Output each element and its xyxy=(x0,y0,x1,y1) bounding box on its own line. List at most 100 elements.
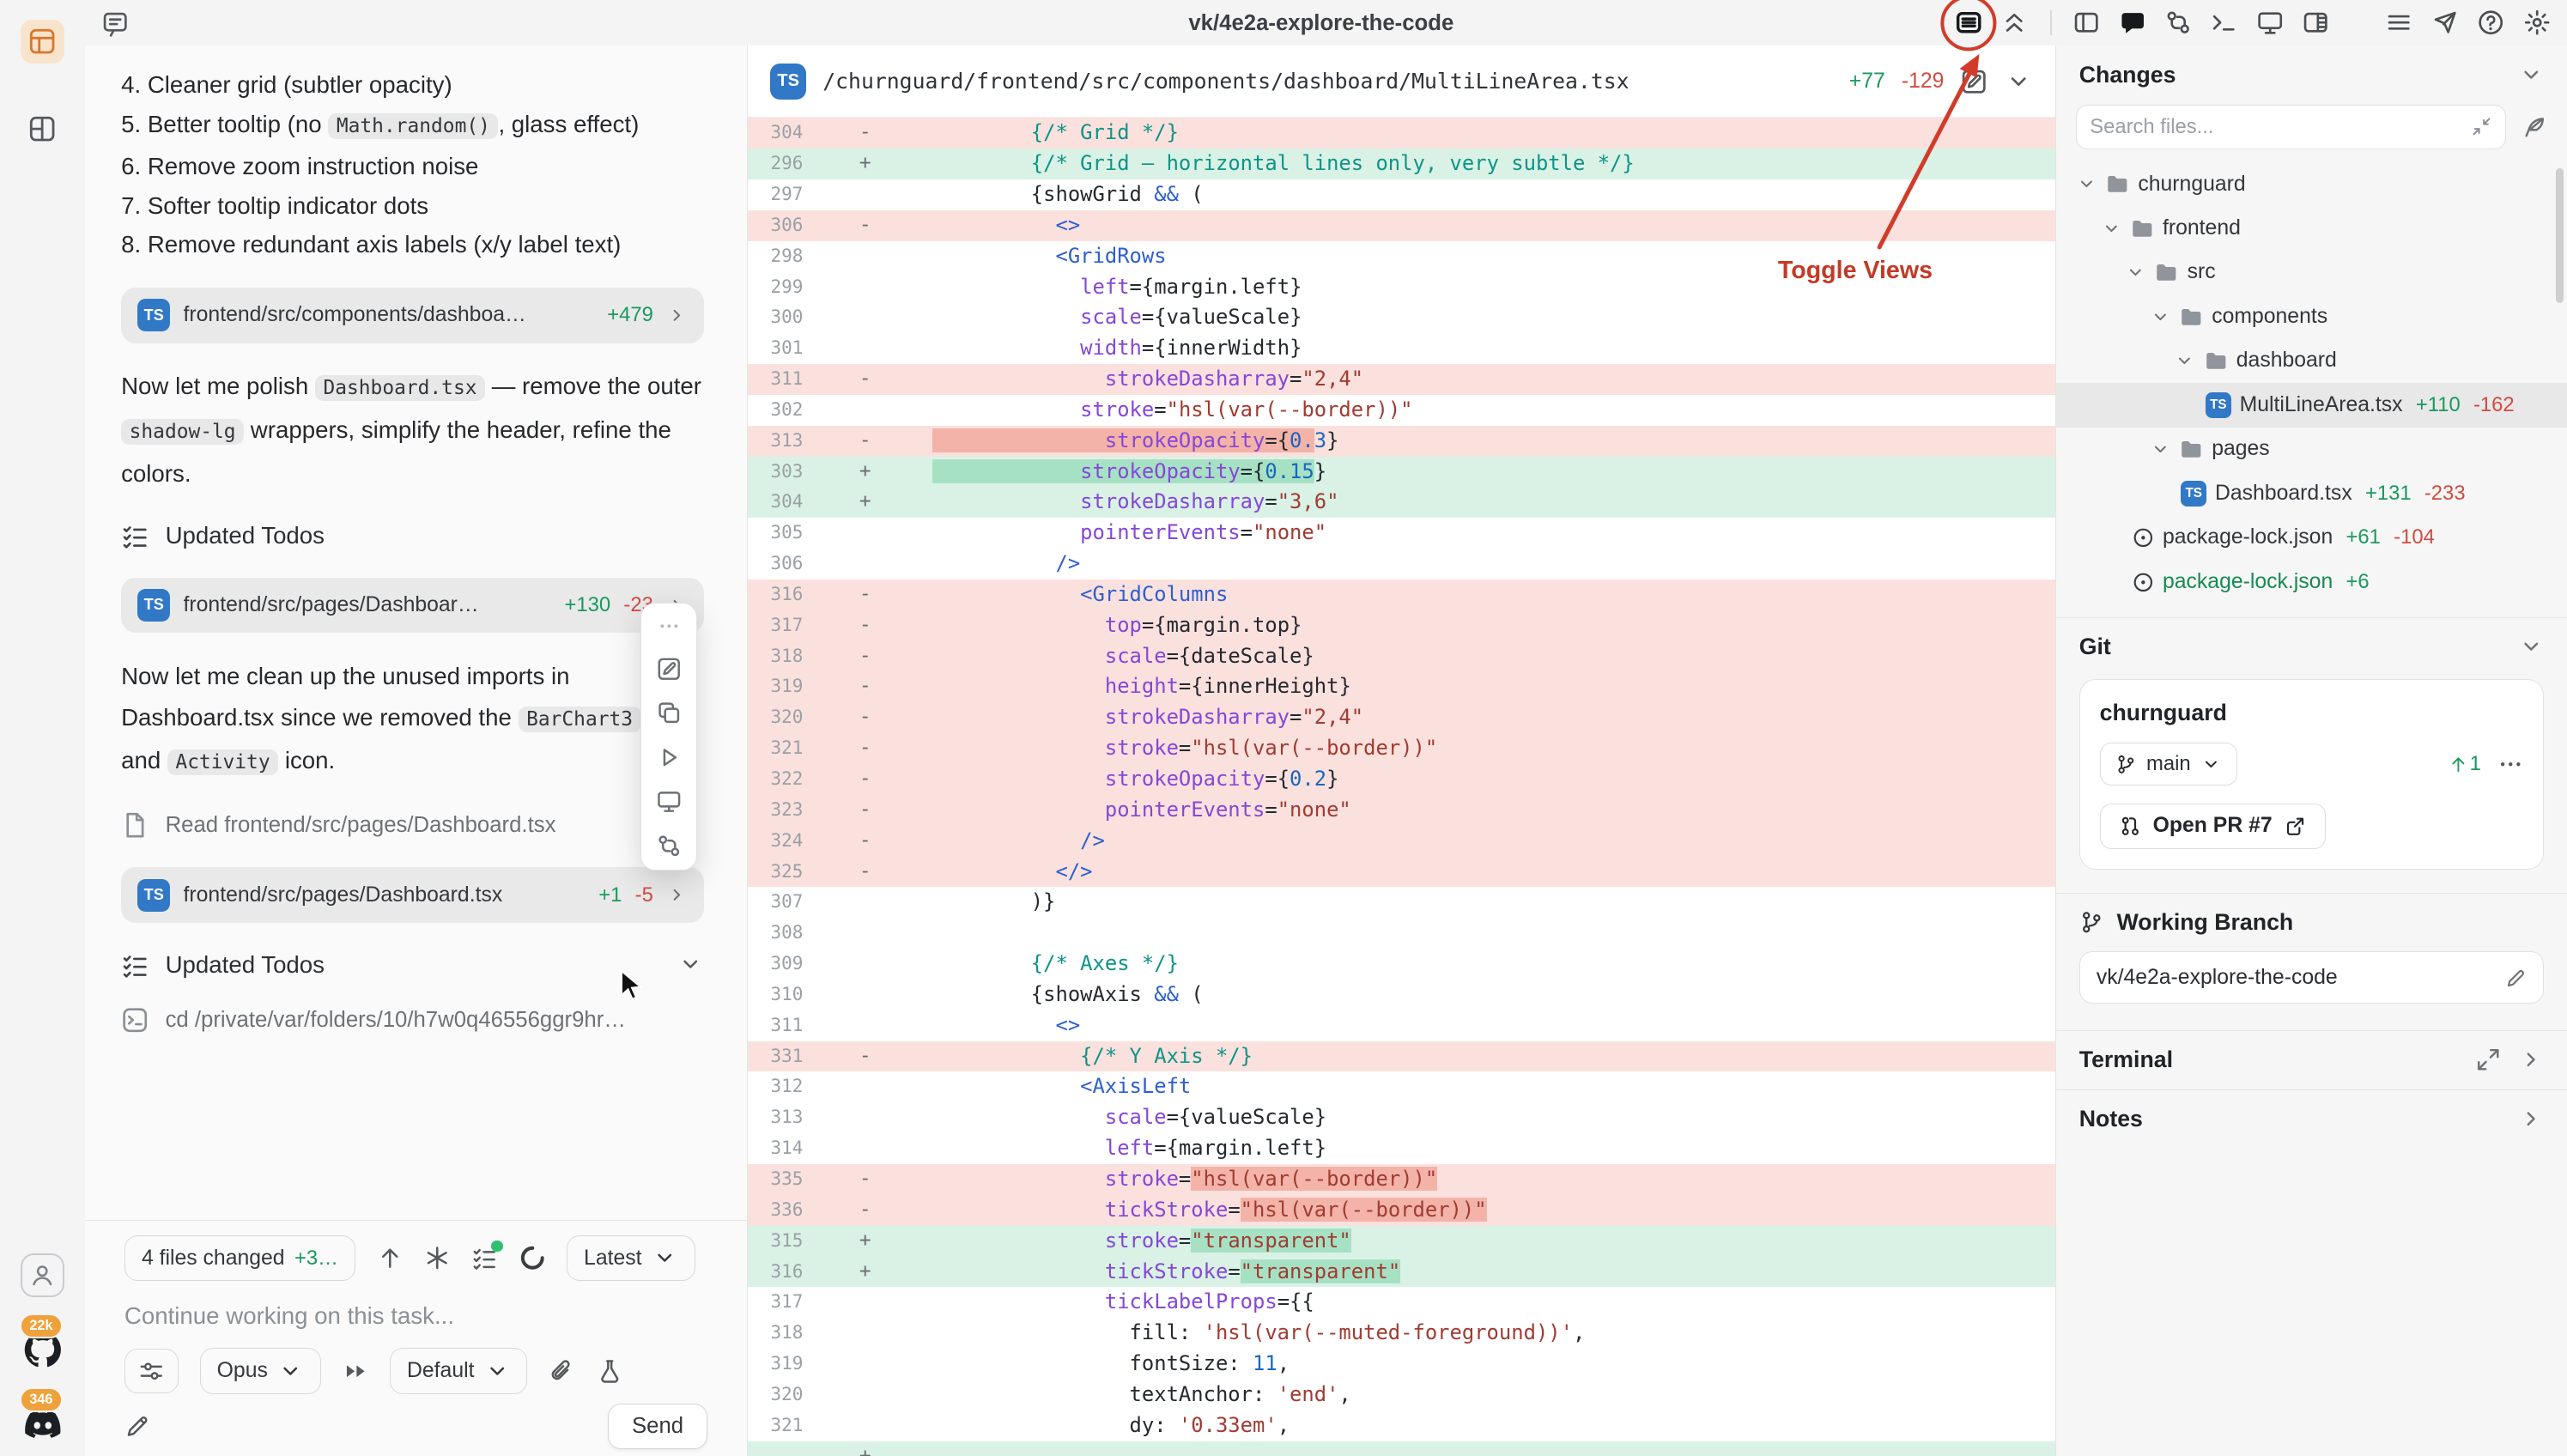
line-number: 319 xyxy=(748,1349,804,1380)
tree-item-components[interactable]: components xyxy=(2056,294,2567,338)
diff-line: 324- /> xyxy=(748,826,2056,857)
tree-item-dashboard[interactable]: dashboard xyxy=(2056,339,2567,383)
tree-item-pages[interactable]: pages xyxy=(2056,428,2567,471)
diff-line: 301 width={innerWidth} xyxy=(748,333,2056,364)
notes-section-header[interactable]: Notes xyxy=(2056,1089,2567,1149)
chat-button[interactable] xyxy=(2119,9,2146,36)
branch-selector[interactable]: main xyxy=(2100,743,2237,786)
git-collapse-button[interactable] xyxy=(2518,634,2545,660)
code-text: {/* Y Axis */} xyxy=(932,1041,1253,1072)
workspace-button[interactable] xyxy=(21,20,64,64)
send-button[interactable]: Send xyxy=(608,1404,707,1449)
tree-item-dashboard.tsx[interactable]: TSDashboard.tsx+131-233 xyxy=(2056,471,2567,515)
monitor-icon xyxy=(656,788,683,815)
diff-marker: + xyxy=(853,149,879,179)
share-button[interactable] xyxy=(2431,9,2459,36)
toggle-views-button[interactable] xyxy=(1955,9,1982,36)
tree-item-multilinearea.tsx[interactable]: TSMultiLineArea.tsx+110-162 xyxy=(2056,383,2567,427)
scrollbar-thumb[interactable] xyxy=(2556,168,2564,302)
git-compare-button[interactable] xyxy=(656,833,683,859)
git-section-header[interactable]: Git xyxy=(2056,617,2567,676)
scroll-to-top-button[interactable] xyxy=(377,1245,404,1271)
panel-split-button[interactable] xyxy=(2302,9,2329,36)
git-compare-button[interactable] xyxy=(2164,9,2192,36)
model-dropdown[interactable]: Opus xyxy=(200,1348,321,1393)
file-change-chip[interactable]: TSfrontend/src/pages/Dashboard.tsx+1-5 xyxy=(121,867,704,923)
working-branch-title: Working Branch xyxy=(2117,909,2294,936)
inline-diff-toggle[interactable] xyxy=(1960,68,1987,95)
menu-button[interactable] xyxy=(2385,9,2412,36)
panel-left-button[interactable] xyxy=(2072,9,2100,36)
board-view-button[interactable] xyxy=(21,106,64,150)
tree-item-src[interactable]: src xyxy=(2056,251,2567,294)
line-number: 313 xyxy=(748,426,804,457)
github-link[interactable]: 22k xyxy=(21,1328,64,1371)
mode-dropdown[interactable]: Default xyxy=(390,1348,528,1393)
files-changed-button[interactable]: 4 files changed +3… xyxy=(124,1235,355,1281)
inline-edit-button[interactable] xyxy=(656,656,683,682)
open-pr-button[interactable]: Open PR #7 xyxy=(2100,804,2326,849)
git-more-button[interactable] xyxy=(2497,751,2524,778)
tree-chevron[interactable] xyxy=(2076,173,2097,195)
tree-chevron[interactable] xyxy=(2150,439,2171,460)
file-change-chip[interactable]: TSfrontend/src/pages/Dashboar…+130-23 xyxy=(121,578,704,634)
terminal-section-header[interactable]: Terminal xyxy=(2056,1030,2567,1089)
help-button[interactable] xyxy=(2477,9,2504,36)
updated-todos-row[interactable]: Updated Todos xyxy=(121,951,704,979)
collapse-button[interactable] xyxy=(2000,9,2028,36)
diff-marker: - xyxy=(853,702,879,733)
terminal-chevron[interactable] xyxy=(2518,1046,2545,1073)
edit-branch-button[interactable] xyxy=(2504,967,2528,990)
latest-dropdown[interactable]: Latest xyxy=(567,1235,695,1281)
working-branch-field[interactable]: vk/4e2a-explore-the-code xyxy=(2079,951,2545,1004)
pen-button[interactable] xyxy=(124,1413,151,1440)
collapse-tree-button[interactable] xyxy=(2471,116,2492,137)
tree-chevron[interactable] xyxy=(2101,218,2122,240)
chat-settings-button[interactable] xyxy=(124,1349,179,1392)
tree-item-package-lock.json[interactable]: package-lock.json+61-104 xyxy=(2056,516,2567,560)
chevron-down-icon xyxy=(484,1358,511,1385)
tree-item-package-lock.json[interactable]: package-lock.json+6 xyxy=(2056,560,2567,604)
diff-line: 297 {showGrid && ( xyxy=(748,179,2056,210)
code-text: tickLabelProps={{ xyxy=(932,1287,1314,1318)
sparkle-button[interactable] xyxy=(424,1245,451,1271)
play-button[interactable] xyxy=(656,744,683,771)
fast-forward-button[interactable] xyxy=(343,1358,369,1385)
todos-button[interactable] xyxy=(471,1245,498,1271)
changes-section-header[interactable]: Changes xyxy=(2056,46,2567,105)
discord-link[interactable]: 346 xyxy=(21,1402,64,1445)
tool-call-row[interactable]: cd /private/var/folders/10/h7w0q46556ggr… xyxy=(121,1006,704,1034)
tree-item-churnguard[interactable]: churnguard xyxy=(2056,162,2567,206)
working-branch-header: Working Branch xyxy=(2056,893,2567,952)
notes-chevron[interactable] xyxy=(2518,1106,2545,1132)
changes-collapse-button[interactable] xyxy=(2518,62,2545,88)
titlebar: vk/4e2a-explore-the-code xyxy=(0,0,2567,46)
tree-chevron[interactable] xyxy=(2174,350,2195,372)
monitor-button[interactable] xyxy=(656,788,683,815)
code-text: dy: '0.33em', xyxy=(932,1410,1290,1441)
tree-chevron[interactable] xyxy=(2150,306,2171,328)
diff-marker: + xyxy=(853,1257,879,1288)
monitor-button[interactable] xyxy=(2256,9,2284,36)
file-search[interactable] xyxy=(2076,105,2507,149)
message-input[interactable] xyxy=(124,1302,707,1330)
expand-terminal-button[interactable] xyxy=(2475,1046,2502,1073)
collapse-file-button[interactable] xyxy=(2005,68,2032,95)
account-button[interactable] xyxy=(21,1253,64,1297)
file-change-chip[interactable]: TSfrontend/src/components/dashboa…+479 xyxy=(121,288,704,343)
tree-item-frontend[interactable]: frontend xyxy=(2056,206,2567,250)
tree-chevron[interactable] xyxy=(2125,262,2146,283)
copy-button[interactable] xyxy=(656,700,683,726)
todo-expand-button[interactable] xyxy=(677,951,704,978)
experiment-button[interactable] xyxy=(597,1358,623,1385)
gear-button[interactable] xyxy=(2523,9,2551,36)
feather-button[interactable] xyxy=(2521,114,2548,141)
tool-call-row[interactable]: Read frontend/src/pages/Dashboard.tsx xyxy=(121,811,704,839)
dots-button[interactable] xyxy=(658,615,681,638)
attach-button[interactable] xyxy=(549,1358,575,1385)
search-input[interactable] xyxy=(2090,115,2461,139)
typescript-badge: TS xyxy=(2181,481,2207,507)
terminal-button[interactable] xyxy=(2210,9,2237,36)
line-number: 300 xyxy=(748,302,804,333)
updated-todos-row[interactable]: Updated Todos xyxy=(121,522,704,549)
